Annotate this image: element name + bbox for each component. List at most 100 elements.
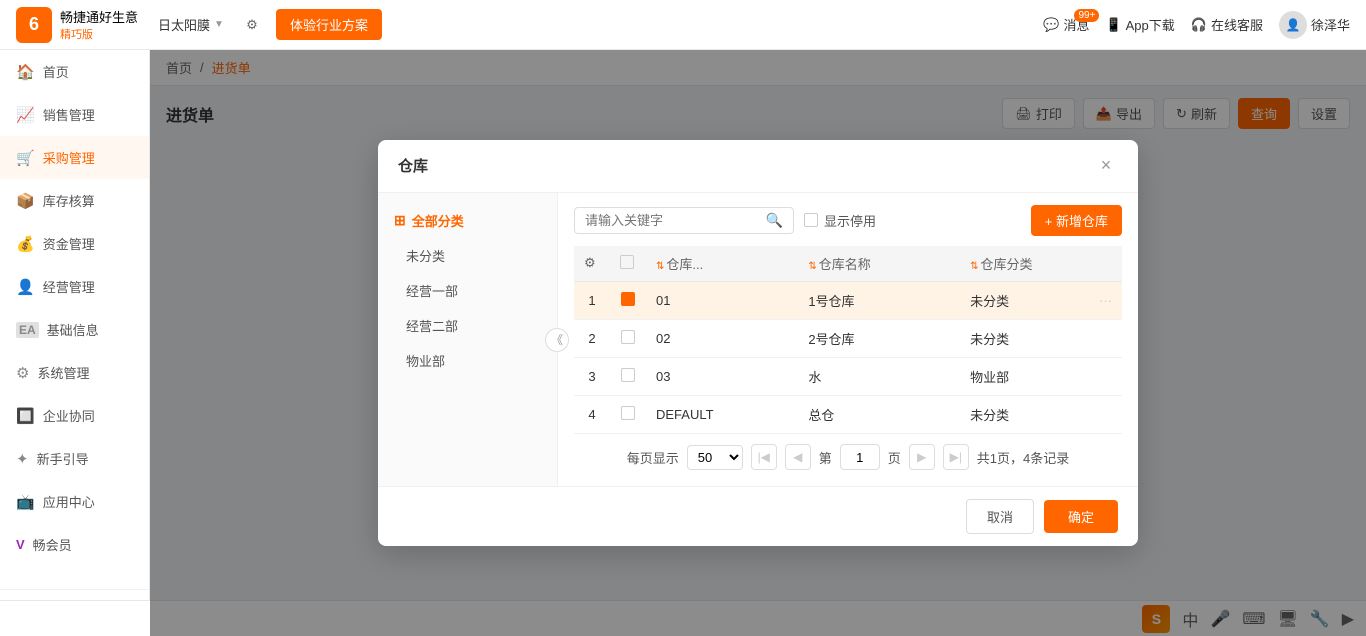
row-category: 物业部 [960,358,1122,396]
guide-icon: ✦ [16,450,29,468]
confirm-btn[interactable]: 确定 [1044,500,1118,533]
category-item-unclassified[interactable]: 未分类 [378,238,557,273]
category-panel: ⊞ 全部分类 未分类 经营一部 经营二部 物业部 《 [378,193,558,487]
row-checkbox-cell[interactable] [610,358,646,396]
row-name: 1号仓库 [798,281,960,320]
sidebar-item-sales[interactable]: 📈 销售管理 [0,93,149,136]
sidebar-item-system[interactable]: ⚙ 系统管理 [0,351,149,394]
show-disabled-checkbox[interactable] [804,213,818,227]
sidebar-item-guide[interactable]: ✦ 新手引导 [0,437,149,480]
operations-icon: 👤 [16,278,35,296]
search-input-wrap: 🔍 [574,207,794,234]
message-icon: 💬 [1043,17,1059,33]
sidebar-item-label: 系统管理 [37,363,89,382]
store-name: 日太阳膜 [158,15,210,34]
category-item-property[interactable]: 物业部 [378,343,557,378]
table-row[interactable]: 3 03 水 物业部 [574,358,1122,396]
sidebar-item-purchase[interactable]: 🛒 采购管理 [0,136,149,179]
show-disabled-label: 显示停用 [824,211,876,230]
table-panel: 🔍 显示停用 + 新增仓库 ⚙ [558,193,1138,487]
logo-badge: 精巧版 [60,26,138,42]
total-info: 共1页，4条记录 [977,448,1069,467]
search-icon[interactable]: 🔍 [766,212,783,229]
add-warehouse-btn[interactable]: + 新增仓库 [1031,205,1122,236]
modal-title: 仓库 [398,155,428,176]
app-label: App下载 [1126,15,1175,34]
header-checkbox[interactable] [620,255,634,269]
row-num: 1 [574,281,610,320]
logo-text-block: 畅捷通好生意 精巧版 [60,7,138,42]
modal-close-btn[interactable]: × [1094,154,1118,178]
row-checkbox-cell[interactable] [610,396,646,434]
modal-footer: 取消 确定 [378,486,1138,546]
app-icon: 📱 [1105,17,1121,33]
avatar: 👤 [1279,11,1307,39]
app-center-icon: 📺 [16,493,35,511]
search-input[interactable] [585,213,766,228]
table-row[interactable]: 2 02 2号仓库 未分类 [574,320,1122,358]
category-all[interactable]: ⊞ 全部分类 [378,203,557,238]
collapse-panel-btn[interactable]: 《 [545,328,569,352]
cancel-btn[interactable]: 取消 [966,499,1034,534]
logo-icon: 6 [16,7,52,43]
sidebar-item-basic-info[interactable]: EA 基础信息 [0,308,149,351]
per-page-select[interactable]: 50 20 100 [687,445,743,470]
col-header-category: ⇅仓库分类 [960,246,1122,282]
sidebar-item-enterprise[interactable]: 🔲 企业协同 [0,394,149,437]
sidebar-item-home[interactable]: 🏠 首页 [0,50,149,93]
sidebar-item-label: 经营管理 [43,277,95,296]
page-input[interactable] [840,444,880,470]
settings-icon[interactable]: ⚙ [236,9,268,41]
row-checkbox[interactable] [621,330,635,344]
finance-icon: 💰 [16,235,35,253]
sidebar: 🏠 首页 📈 销售管理 🛒 采购管理 📦 库存核算 💰 资金管理 👤 经营管理 … [0,50,150,636]
row-checkbox[interactable] [621,368,635,382]
row-checkbox[interactable] [621,292,635,306]
store-arrow-icon: ▼ [214,19,224,30]
store-selector[interactable]: 日太阳膜 ▼ [158,15,224,34]
row-name: 2号仓库 [798,320,960,358]
app-download-btn[interactable]: 📱 App下载 [1105,15,1174,34]
row-more-icon[interactable]: ··· [1099,293,1112,308]
table-toolbar: 🔍 显示停用 + 新增仓库 [574,205,1122,236]
category-item-dept1[interactable]: 经营一部 [378,273,557,308]
service-btn[interactable]: 🎧 在线客服 [1191,15,1263,34]
main-layout: 🏠 首页 📈 销售管理 🛒 采购管理 📦 库存核算 💰 资金管理 👤 经营管理 … [0,50,1366,636]
row-checkbox-cell[interactable] [610,281,646,320]
row-num: 3 [574,358,610,396]
col-header-name: ⇅仓库名称 [798,246,960,282]
experience-btn[interactable]: 体验行业方案 [276,9,382,40]
user-menu[interactable]: 👤 徐泽华 [1279,11,1350,39]
table-row[interactable]: 4 DEFAULT 总仓 未分类 [574,396,1122,434]
modal-body: ⊞ 全部分类 未分类 经营一部 经营二部 物业部 《 [378,193,1138,487]
row-checkbox[interactable] [621,406,635,420]
row-category: 未分类 ··· [960,282,1122,320]
system-icon: ⚙ [16,364,29,382]
sidebar-item-inventory[interactable]: 📦 库存核算 [0,179,149,222]
topbar: 6 畅捷通好生意 精巧版 日太阳膜 ▼ ⚙ 体验行业方案 💬 消息 99+ 📱 … [0,0,1366,50]
user-name: 徐泽华 [1311,15,1350,34]
basic-info-icon: EA [16,322,39,338]
table-header-row: ⚙ ⇅仓库... ⇅仓库名称 ⇅仓库分类 [574,246,1122,282]
message-btn[interactable]: 💬 消息 99+ [1043,15,1089,34]
page-last-btn[interactable]: ▶| [943,444,969,470]
page-first-btn[interactable]: |◀ [751,444,777,470]
row-checkbox-cell[interactable] [610,320,646,358]
category-grid-icon: ⊞ [394,212,406,229]
show-disabled-toggle[interactable]: 显示停用 [804,211,876,230]
row-category: 未分类 [960,396,1122,434]
table-row[interactable]: 1 01 1号仓库 未分类 ··· [574,281,1122,320]
sidebar-item-member[interactable]: V 畅会员 [0,523,149,566]
page-prev-btn[interactable]: ◀ [785,444,811,470]
category-item-dept2[interactable]: 经营二部 [378,308,557,343]
enterprise-icon: 🔲 [16,407,35,425]
sidebar-item-label: 采购管理 [43,148,95,167]
member-icon: V [16,537,25,552]
row-code: 02 [646,320,798,358]
topbar-right: 💬 消息 99+ 📱 App下载 🎧 在线客服 👤 徐泽华 [1043,11,1350,39]
sidebar-item-finance[interactable]: 💰 资金管理 [0,222,149,265]
sidebar-item-app-center[interactable]: 📺 应用中心 [0,480,149,523]
logo: 6 畅捷通好生意 精巧版 [16,7,138,43]
sidebar-item-operations[interactable]: 👤 经营管理 [0,265,149,308]
page-next-btn[interactable]: ▶ [909,444,935,470]
